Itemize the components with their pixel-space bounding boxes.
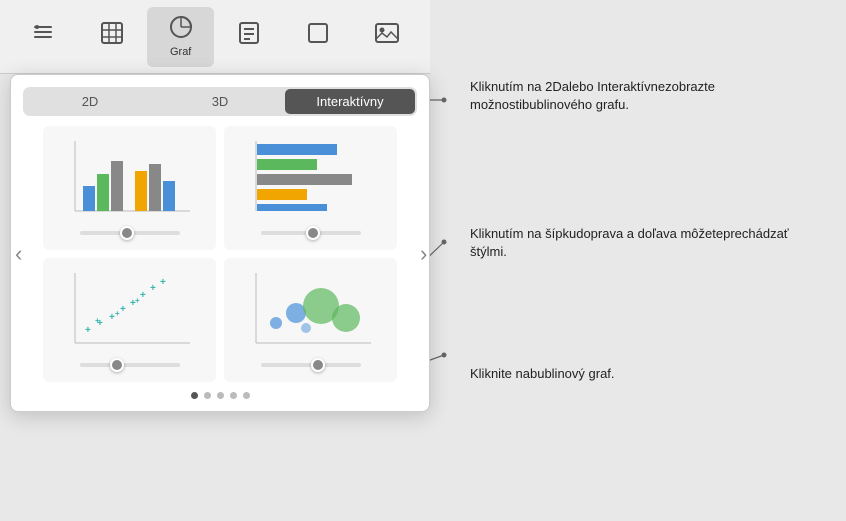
nav-right-arrow[interactable]: ›	[420, 241, 425, 267]
toolbar: Graf	[0, 0, 430, 74]
chart-hbar[interactable]	[224, 126, 397, 250]
tabulka-icon	[100, 21, 124, 49]
dot-3[interactable]	[217, 392, 224, 399]
chart-scatter[interactable]: + + + + + + + + + + +	[43, 258, 216, 382]
toolbar-text[interactable]	[216, 7, 283, 67]
chart-grid: + + + + + + + + + + +	[23, 126, 417, 382]
hbar-slider[interactable]	[261, 231, 361, 235]
scatter-chart-canvas: + + + + + + + + + + +	[65, 268, 195, 358]
chart-type-tabs: 2D 3D Interaktívny	[23, 87, 417, 116]
tab-3d[interactable]: 3D	[155, 89, 285, 114]
dot-2[interactable]	[204, 392, 211, 399]
svg-text:+: +	[85, 325, 91, 336]
callout-text-1: Kliknutím na 2Dalebo Interaktívnezobrazt…	[470, 78, 820, 114]
media-icon	[375, 22, 399, 48]
bar-slider[interactable]	[80, 231, 180, 235]
toolbar-tabulka[interactable]	[79, 7, 146, 67]
callout-text-2: Kliknutím na šípkudoprava a doľava môžet…	[470, 225, 820, 261]
svg-text:+: +	[135, 296, 140, 305]
toolbar-graf[interactable]: Graf	[147, 7, 214, 67]
chart-bar[interactable]	[43, 126, 216, 250]
tab-interaktivny[interactable]: Interaktívny	[285, 89, 415, 114]
graf-label: Graf	[170, 46, 191, 58]
dot-5[interactable]	[243, 392, 250, 399]
svg-text:+: +	[120, 304, 126, 315]
chart-panel: 2D 3D Interaktívny ‹ ›	[10, 74, 430, 412]
hbar-chart-canvas	[246, 136, 376, 226]
toolbar-vlozit[interactable]	[10, 7, 77, 67]
bubble-chart-canvas	[246, 268, 376, 358]
svg-text:+: +	[160, 277, 166, 288]
chart-bubble[interactable]	[224, 258, 397, 382]
svg-text:+: +	[150, 283, 156, 294]
graf-icon	[168, 15, 194, 43]
nav-left-arrow[interactable]: ‹	[15, 241, 22, 267]
svg-text:+: +	[95, 316, 100, 325]
svg-text:+: +	[115, 309, 120, 318]
tvar-icon	[307, 22, 329, 48]
toolbar-tvar[interactable]	[285, 7, 352, 67]
bar-chart-canvas	[65, 136, 195, 226]
callouts-container: Kliknutím na 2Dalebo Interaktívnezobrazt…	[440, 70, 820, 520]
toolbar-media[interactable]	[353, 7, 420, 67]
pagination-dots	[23, 392, 417, 399]
bubble-slider[interactable]	[261, 363, 361, 367]
svg-text:+: +	[140, 290, 146, 301]
callout-text-3: Kliknite nabublinový graf.	[470, 365, 615, 383]
vlozit-icon	[31, 21, 55, 49]
scatter-slider[interactable]	[80, 363, 180, 367]
tab-2d[interactable]: 2D	[25, 89, 155, 114]
dot-1[interactable]	[191, 392, 198, 399]
text-icon	[238, 21, 260, 49]
dot-4[interactable]	[230, 392, 237, 399]
